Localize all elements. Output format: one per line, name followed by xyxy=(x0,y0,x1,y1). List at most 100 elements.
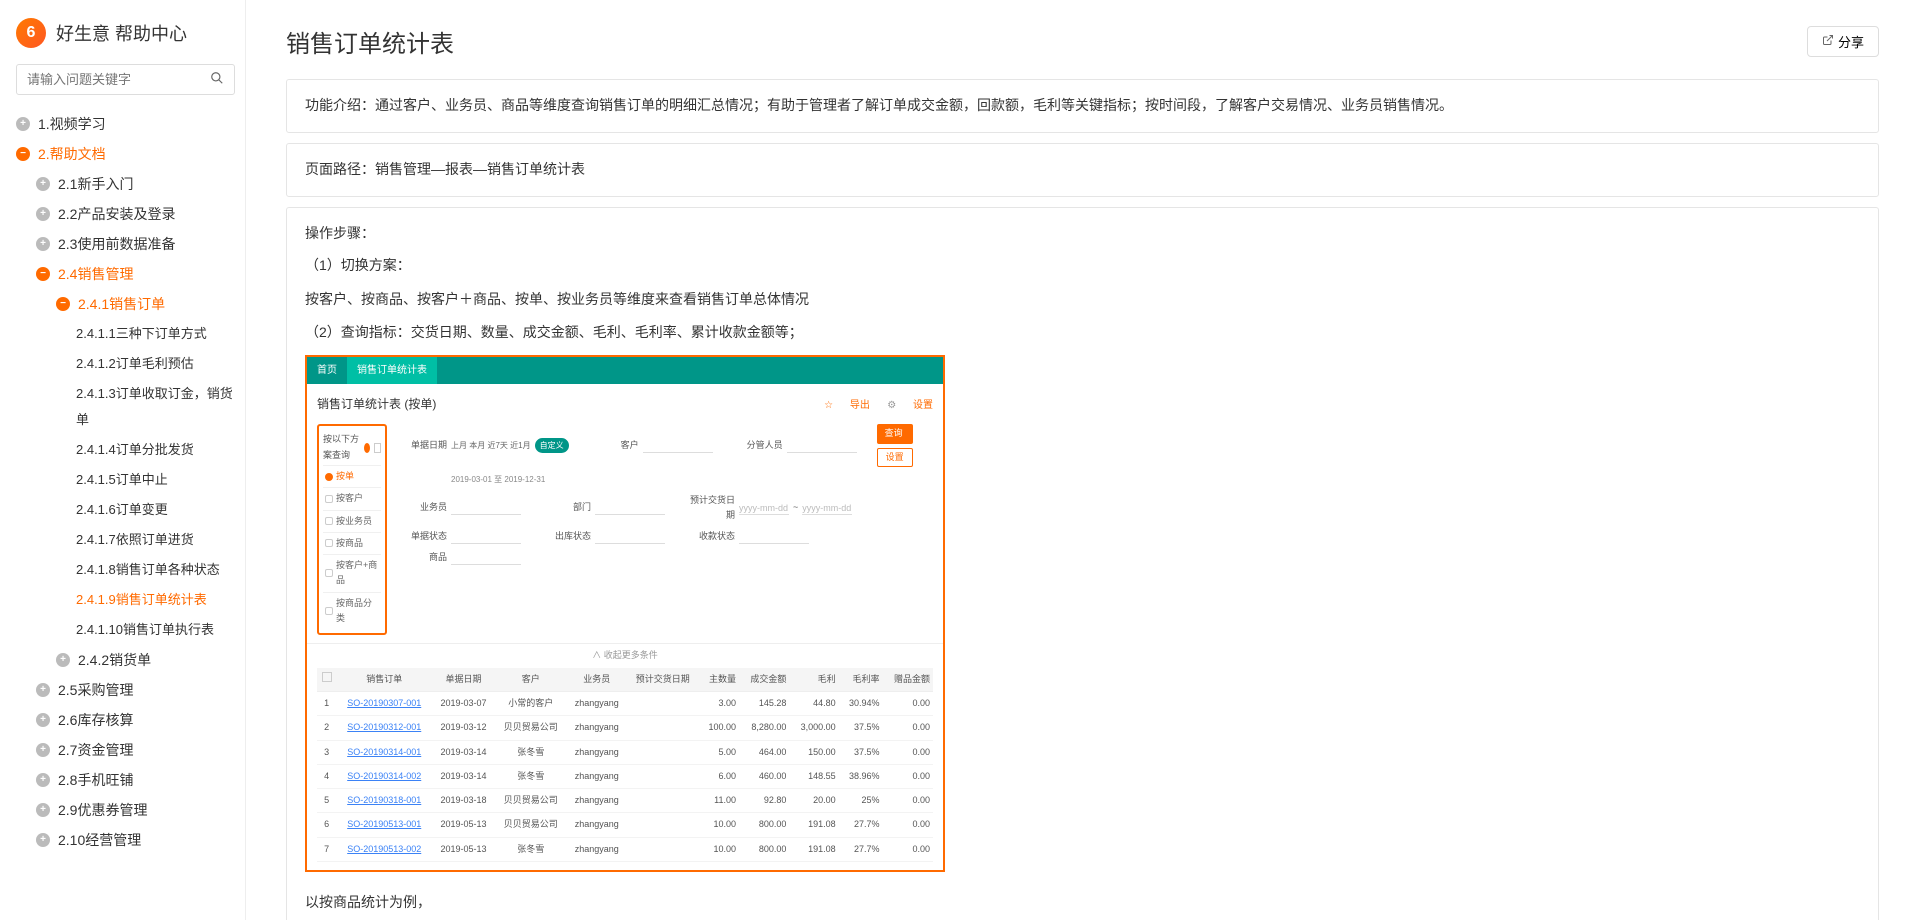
shot-tab-main[interactable]: 销售订单统计表 xyxy=(347,357,437,384)
scheme-option[interactable]: 按客户 xyxy=(323,487,381,509)
nav-item[interactable]: 2.4.1销售订单 xyxy=(56,289,235,319)
status-input[interactable] xyxy=(451,530,521,544)
nav-item[interactable]: 2.帮助文档 xyxy=(16,139,235,169)
col-header: 销售订单 xyxy=(336,668,432,692)
collapse-icon[interactable] xyxy=(16,147,30,161)
nav-leaf[interactable]: 2.4.1.5订单中止 xyxy=(76,465,235,495)
table-row[interactable]: 4SO-20190314-0022019-03-14张冬雪zhangyang6.… xyxy=(317,764,933,788)
shot-export[interactable]: ☆ 导出 xyxy=(824,400,870,411)
table-row[interactable]: 7SO-20190513-0022019-05-13张冬雪zhangyang10… xyxy=(317,837,933,861)
table-row[interactable]: 5SO-20190318-0012019-03-18贝贝贸易公司zhangyan… xyxy=(317,789,933,813)
collapse-icon[interactable] xyxy=(36,267,50,281)
nav-leaf[interactable]: 2.4.1.4订单分批发货 xyxy=(76,435,235,465)
shot-settings[interactable]: ⚙ 设置 xyxy=(887,400,933,411)
nav-item[interactable]: 2.5采购管理 xyxy=(36,675,235,705)
expand-icon[interactable] xyxy=(36,773,50,787)
shot-tab-home[interactable]: 首页 xyxy=(307,357,347,384)
expand-icon[interactable] xyxy=(36,237,50,251)
table-row[interactable]: 3SO-20190314-0012019-03-14张冬雪zhangyang5.… xyxy=(317,740,933,764)
nav-leaf[interactable]: 2.4.1.7依照订单进货 xyxy=(76,525,235,555)
brand-logo: 6 xyxy=(16,18,46,48)
f-expdate-label: 预计交货日期 xyxy=(685,493,735,524)
shot-tabs: 首页 销售订单统计表 xyxy=(307,357,943,384)
nav-leaf[interactable]: 2.4.1.6订单变更 xyxy=(76,495,235,525)
search-input[interactable] xyxy=(27,72,210,87)
nav-item[interactable]: 1.视频学习 xyxy=(16,109,235,139)
out-input[interactable] xyxy=(595,530,665,544)
cust-input[interactable] xyxy=(643,439,713,453)
col-header: 成交金额 xyxy=(739,668,789,692)
expand-icon[interactable] xyxy=(36,743,50,757)
col-header: 客户 xyxy=(495,668,567,692)
nav-leaf[interactable]: 2.4.1.2订单毛利预估 xyxy=(76,349,235,379)
person-input[interactable] xyxy=(787,439,857,453)
date-quick-links[interactable]: 上月 本月 近7天 近1月 xyxy=(451,439,531,453)
scheme-option[interactable]: 按商品 xyxy=(323,532,381,554)
dept-input[interactable] xyxy=(595,501,665,515)
f-out-label: 出库状态 xyxy=(541,529,591,544)
nav-item[interactable]: 2.1新手入门 xyxy=(36,169,235,199)
nav-item[interactable]: 2.7资金管理 xyxy=(36,735,235,765)
share-icon xyxy=(1822,34,1834,49)
sidebar: 6 好生意 帮助中心 1.视频学习2.帮助文档2.1新手入门2.2产品安装及登录… xyxy=(0,0,246,920)
expand-icon[interactable] xyxy=(36,207,50,221)
nav-item[interactable]: 2.4销售管理 xyxy=(36,259,235,289)
scheme-option[interactable]: 按商品分类 xyxy=(323,592,381,630)
nav-item[interactable]: 2.4.2销货单 xyxy=(56,645,235,675)
intro-card: 功能介绍：通过客户、业务员、商品等维度查询销售订单的明细汇总情况；有助于管理者了… xyxy=(286,79,1879,133)
col-header: 单据日期 xyxy=(432,668,494,692)
path-text: 页面路径：销售管理—报表—销售订单统计表 xyxy=(305,161,585,177)
sales-input[interactable] xyxy=(451,501,521,515)
nav-leaf[interactable]: 2.4.1.10销售订单执行表 xyxy=(76,615,235,645)
expand-icon[interactable] xyxy=(16,117,30,131)
scheme-option[interactable]: 按业务员 xyxy=(323,510,381,532)
nav-item[interactable]: 2.2产品安装及登录 xyxy=(36,199,235,229)
f-status-label: 单据状态 xyxy=(397,529,447,544)
table-row[interactable]: 1SO-20190307-0012019-03-07小常的客户zhangyang… xyxy=(317,691,933,715)
expdate-from[interactable]: yyyy-mm-dd xyxy=(739,501,789,515)
settings-button[interactable]: 设置 xyxy=(877,448,913,467)
search-box[interactable] xyxy=(16,64,235,95)
nav-leaf[interactable]: 2.4.1.8销售订单各种状态 xyxy=(76,555,235,585)
nav-leaf[interactable]: 2.4.1.1三种下订单方式 xyxy=(76,319,235,349)
f-sales-label: 业务员 xyxy=(397,500,447,515)
search-icon[interactable] xyxy=(210,71,224,88)
expdate-to[interactable]: yyyy-mm-dd xyxy=(802,501,852,515)
nav-item[interactable]: 2.6库存核算 xyxy=(36,705,235,735)
pay-input[interactable] xyxy=(739,530,809,544)
query-button[interactable]: 查询 xyxy=(877,424,913,443)
nav-label: 1.视频学习 xyxy=(38,111,106,137)
nav-label: 2.9优惠券管理 xyxy=(58,797,147,823)
scheme-option[interactable]: 按单 xyxy=(323,465,381,487)
expand-icon[interactable] xyxy=(36,713,50,727)
nav-label: 2.10经营管理 xyxy=(58,827,141,853)
nav-item[interactable]: 2.8手机旺铺 xyxy=(36,765,235,795)
expand-icon[interactable] xyxy=(36,833,50,847)
share-button[interactable]: 分享 xyxy=(1807,26,1879,57)
table-row[interactable]: 2SO-20190312-0012019-03-12贝贝贸易公司zhangyan… xyxy=(317,716,933,740)
expand-icon[interactable] xyxy=(36,683,50,697)
nav-item[interactable]: 2.9优惠券管理 xyxy=(36,795,235,825)
goods-input[interactable] xyxy=(451,551,521,565)
f-goods-label: 商品 xyxy=(397,550,447,565)
nav-label: 2.5采购管理 xyxy=(58,677,133,703)
nav-item[interactable]: 2.10经营管理 xyxy=(36,825,235,855)
collapse-toggle[interactable]: ∧ 收起更多条件 xyxy=(307,643,943,667)
expand-icon[interactable] xyxy=(36,177,50,191)
expand-icon[interactable] xyxy=(36,803,50,817)
nav-label: 2.6库存核算 xyxy=(58,707,133,733)
col-header xyxy=(317,668,336,692)
scheme-box: 按以下方案查询 按单按客户按业务员按商品按客户+商品按商品分类 xyxy=(317,424,387,635)
nav-leaf[interactable]: 2.4.1.9销售订单统计表 xyxy=(76,585,235,615)
scheme-label: 按以下方案查询 xyxy=(323,432,360,463)
nav-leaf[interactable]: 2.4.1.3订单收取订金，销货单 xyxy=(76,379,235,435)
nav-label: 2.8手机旺铺 xyxy=(58,767,133,793)
nav-label: 2.1新手入门 xyxy=(58,171,133,197)
scheme-option[interactable]: 按客户+商品 xyxy=(323,554,381,592)
collapse-icon[interactable] xyxy=(56,297,70,311)
date-custom-pill[interactable]: 自定义 xyxy=(535,438,569,454)
nav-item[interactable]: 2.3使用前数据准备 xyxy=(36,229,235,259)
table-row[interactable]: 6SO-20190513-0012019-05-13贝贝贸易公司zhangyan… xyxy=(317,813,933,837)
nav-label: 2.2产品安装及登录 xyxy=(58,201,175,227)
expand-icon[interactable] xyxy=(56,653,70,667)
